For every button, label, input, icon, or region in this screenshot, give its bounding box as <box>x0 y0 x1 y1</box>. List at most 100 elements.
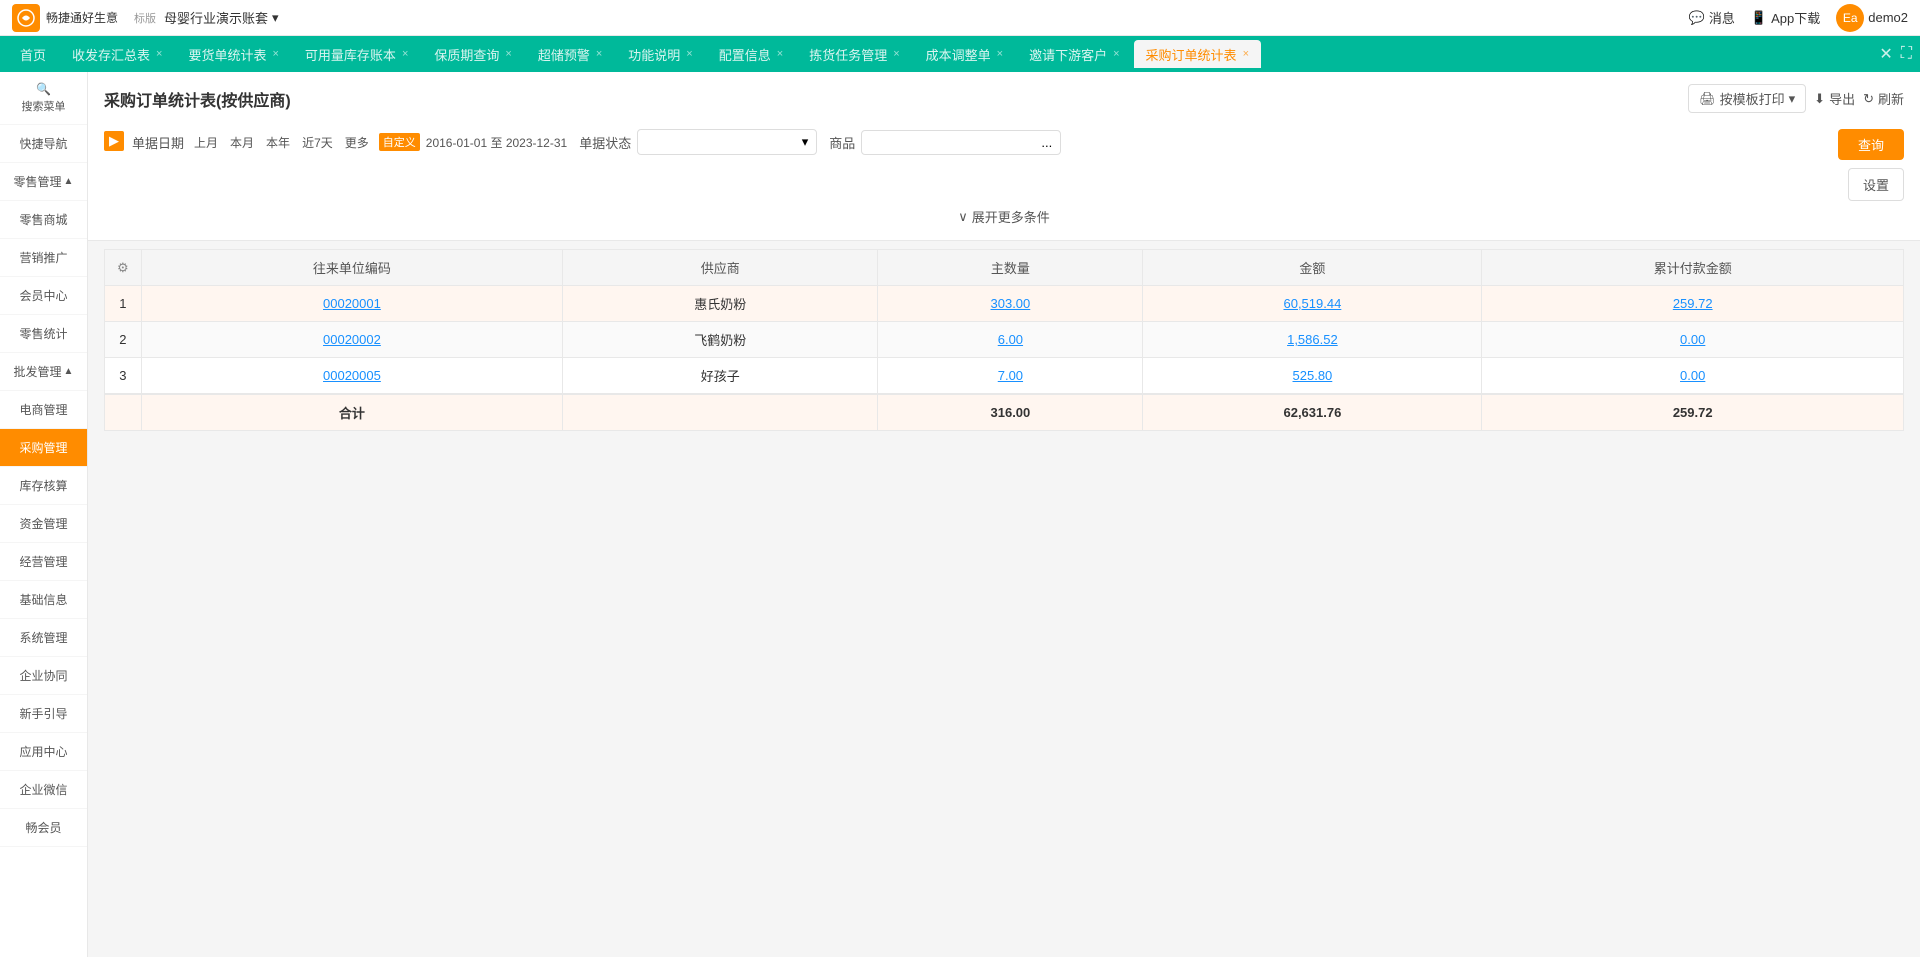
sidebar-item-purchase[interactable]: 采购管理 <box>0 429 87 467</box>
close-icon[interactable]: × <box>997 48 1003 60</box>
row-supplier: 飞鹤奶粉 <box>563 322 878 358</box>
sidebar-item-ecom[interactable]: 电商管理 <box>0 391 87 429</box>
sidebar-item-retail-shop[interactable]: 零售商城 <box>0 201 87 239</box>
message-button[interactable]: 💬 消息 <box>1689 8 1735 27</box>
sidebar-item-wechat[interactable]: 企业微信 <box>0 771 87 809</box>
tab-label: 邀请下游客户 <box>1029 45 1107 64</box>
sidebar-item-inventory[interactable]: 库存核算 <box>0 467 87 505</box>
query-button[interactable]: 查询 <box>1838 129 1904 160</box>
sidebar-item-system[interactable]: 系统管理 <box>0 619 87 657</box>
tab-label: 配置信息 <box>719 45 771 64</box>
tab-expand-icon[interactable]: ⛶ <box>1901 45 1912 63</box>
sidebar-item-wholesale[interactable]: 批发管理▲ <box>0 353 87 391</box>
tab-kuyong[interactable]: 可用量库存账本 × <box>293 40 420 68</box>
close-icon[interactable]: × <box>596 48 602 60</box>
row-paid[interactable]: 0.00 <box>1482 322 1904 358</box>
print-button[interactable]: 🖨 按模板打印 ▾ <box>1688 84 1806 113</box>
tab-home[interactable]: 首页 <box>8 40 58 68</box>
close-icon[interactable]: × <box>1113 48 1119 60</box>
row-amount[interactable]: 60,519.44 <box>1143 286 1482 322</box>
tab-yaohuo[interactable]: 要货单统计表 × <box>176 40 290 68</box>
sidebar-item-member[interactable]: 会员中心 <box>0 277 87 315</box>
row-supplier: 好孩子 <box>563 358 878 395</box>
tab-chaochu[interactable]: 超储预警 × <box>526 40 614 68</box>
search-icon: 🔍 <box>36 82 51 96</box>
tab-gongneng[interactable]: 功能说明 × <box>616 40 704 68</box>
tab-baozhi[interactable]: 保质期查询 × <box>422 40 523 68</box>
row-no: 2 <box>105 322 142 358</box>
tab-shoufacun[interactable]: 收发存汇总表 × <box>60 40 174 68</box>
filter-right: 查询 设置 <box>1838 129 1904 201</box>
close-icon[interactable]: × <box>1243 48 1249 60</box>
message-icon: 💬 <box>1689 10 1705 26</box>
row-amount[interactable]: 1,586.52 <box>1143 322 1482 358</box>
col-code-header: 往来单位编码 <box>141 250 563 286</box>
export-button[interactable]: ⬇ 导出 <box>1814 89 1855 108</box>
shortcut-this-month[interactable]: 本月 <box>226 132 258 153</box>
goods-label: 商品 <box>829 133 855 152</box>
app-download-button[interactable]: 📱 App下载 <box>1751 8 1820 27</box>
date-filter-group: 单据日期 上月 本月 本年 近7天 更多 自定义 2016-01-01 至 20… <box>132 132 567 153</box>
footer-amount: 62,631.76 <box>1143 394 1482 431</box>
close-icon[interactable]: × <box>686 48 692 60</box>
sidebar-item-finance[interactable]: 资金管理 <box>0 505 87 543</box>
row-code[interactable]: 00020001 <box>141 286 563 322</box>
tab-caigou-active[interactable]: 采购订单统计表 × <box>1134 40 1261 68</box>
table-settings-icon[interactable]: ⚙ <box>117 260 129 275</box>
top-bar: 畅捷通好生意 标版 母婴行业演示账套 ▾ 💬 消息 📱 App下载 Ea dem… <box>0 0 1920 36</box>
shortcut-more[interactable]: 更多 <box>341 132 373 153</box>
sidebar-item-member2[interactable]: 畅会员 <box>0 809 87 847</box>
sidebar-item-search[interactable]: 🔍 搜索菜单 <box>0 72 87 125</box>
tab-label: 保质期查询 <box>434 45 499 64</box>
row-qty[interactable]: 7.00 <box>878 358 1143 395</box>
tab-jianhuo[interactable]: 拣货任务管理 × <box>797 40 911 68</box>
sidebar-item-retail-mgmt[interactable]: 零售管理▲ <box>0 163 87 201</box>
close-icon[interactable]: × <box>505 48 511 60</box>
user-menu[interactable]: Ea demo2 <box>1836 4 1908 32</box>
close-icon[interactable]: × <box>156 48 162 60</box>
sidebar-item-guide[interactable]: 新手引导 <box>0 695 87 733</box>
tab-chengben[interactable]: 成本调整单 × <box>914 40 1015 68</box>
row-code[interactable]: 00020002 <box>141 322 563 358</box>
expand-button[interactable]: ∨ 展开更多条件 <box>958 207 1050 226</box>
filter-fields: 单据日期 上月 本月 本年 近7天 更多 自定义 2016-01-01 至 20… <box>132 129 1838 155</box>
tab-yaoqing[interactable]: 邀请下游客户 × <box>1017 40 1131 68</box>
close-icon[interactable]: × <box>272 48 278 60</box>
row-amount[interactable]: 525.80 <box>1143 358 1482 395</box>
logo-area: 畅捷通好生意 <box>12 4 118 32</box>
sidebar-item-appcenter[interactable]: 应用中心 <box>0 733 87 771</box>
row-qty[interactable]: 6.00 <box>878 322 1143 358</box>
tab-label: 收发存汇总表 <box>72 45 150 64</box>
col-supplier-header: 供应商 <box>563 250 878 286</box>
close-icon[interactable]: × <box>402 48 408 60</box>
shortcut-last-month[interactable]: 上月 <box>190 132 222 153</box>
status-select[interactable]: ▾ <box>637 129 817 155</box>
sidebar-item-marketing[interactable]: 营销推广 <box>0 239 87 277</box>
row-code[interactable]: 00020005 <box>141 358 563 395</box>
main-wrapper: 🔍 搜索菜单 快捷导航 零售管理▲ 零售商城 营销推广 会员中心 零售统计 批发… <box>0 72 1920 957</box>
sidebar-item-basic[interactable]: 基础信息 <box>0 581 87 619</box>
tab-close-all[interactable]: ✕ <box>1879 44 1892 64</box>
filter-toggle[interactable]: ▶ <box>104 131 124 151</box>
footer-empty <box>105 394 142 431</box>
workspace-label: 母婴行业演示账套 <box>164 8 268 27</box>
settings-button[interactable]: 设置 <box>1848 168 1904 201</box>
shortcut-7days[interactable]: 近7天 <box>298 132 337 153</box>
close-icon[interactable]: × <box>777 48 783 60</box>
row-paid[interactable]: 259.72 <box>1482 286 1904 322</box>
sidebar-item-retail-stats[interactable]: 零售统计 <box>0 315 87 353</box>
row-qty[interactable]: 303.00 <box>878 286 1143 322</box>
refresh-button[interactable]: ↻ 刷新 <box>1863 89 1904 108</box>
shortcut-this-year[interactable]: 本年 <box>262 132 294 153</box>
table-row: 3 00020005 好孩子 7.00 525.80 0.00 <box>105 358 1904 395</box>
sidebar-item-corp[interactable]: 企业协同 <box>0 657 87 695</box>
tab-peizhi[interactable]: 配置信息 × <box>707 40 795 68</box>
workspace-selector[interactable]: 母婴行业演示账套 ▾ <box>164 8 279 27</box>
sidebar-item-quicknav[interactable]: 快捷导航 <box>0 125 87 163</box>
row-paid[interactable]: 0.00 <box>1482 358 1904 395</box>
close-icon[interactable]: × <box>893 48 899 60</box>
goods-input[interactable]: ... <box>861 130 1061 155</box>
sidebar-item-ops[interactable]: 经营管理 <box>0 543 87 581</box>
row-no: 3 <box>105 358 142 395</box>
chevron-down-icon: ▾ <box>1789 91 1796 107</box>
